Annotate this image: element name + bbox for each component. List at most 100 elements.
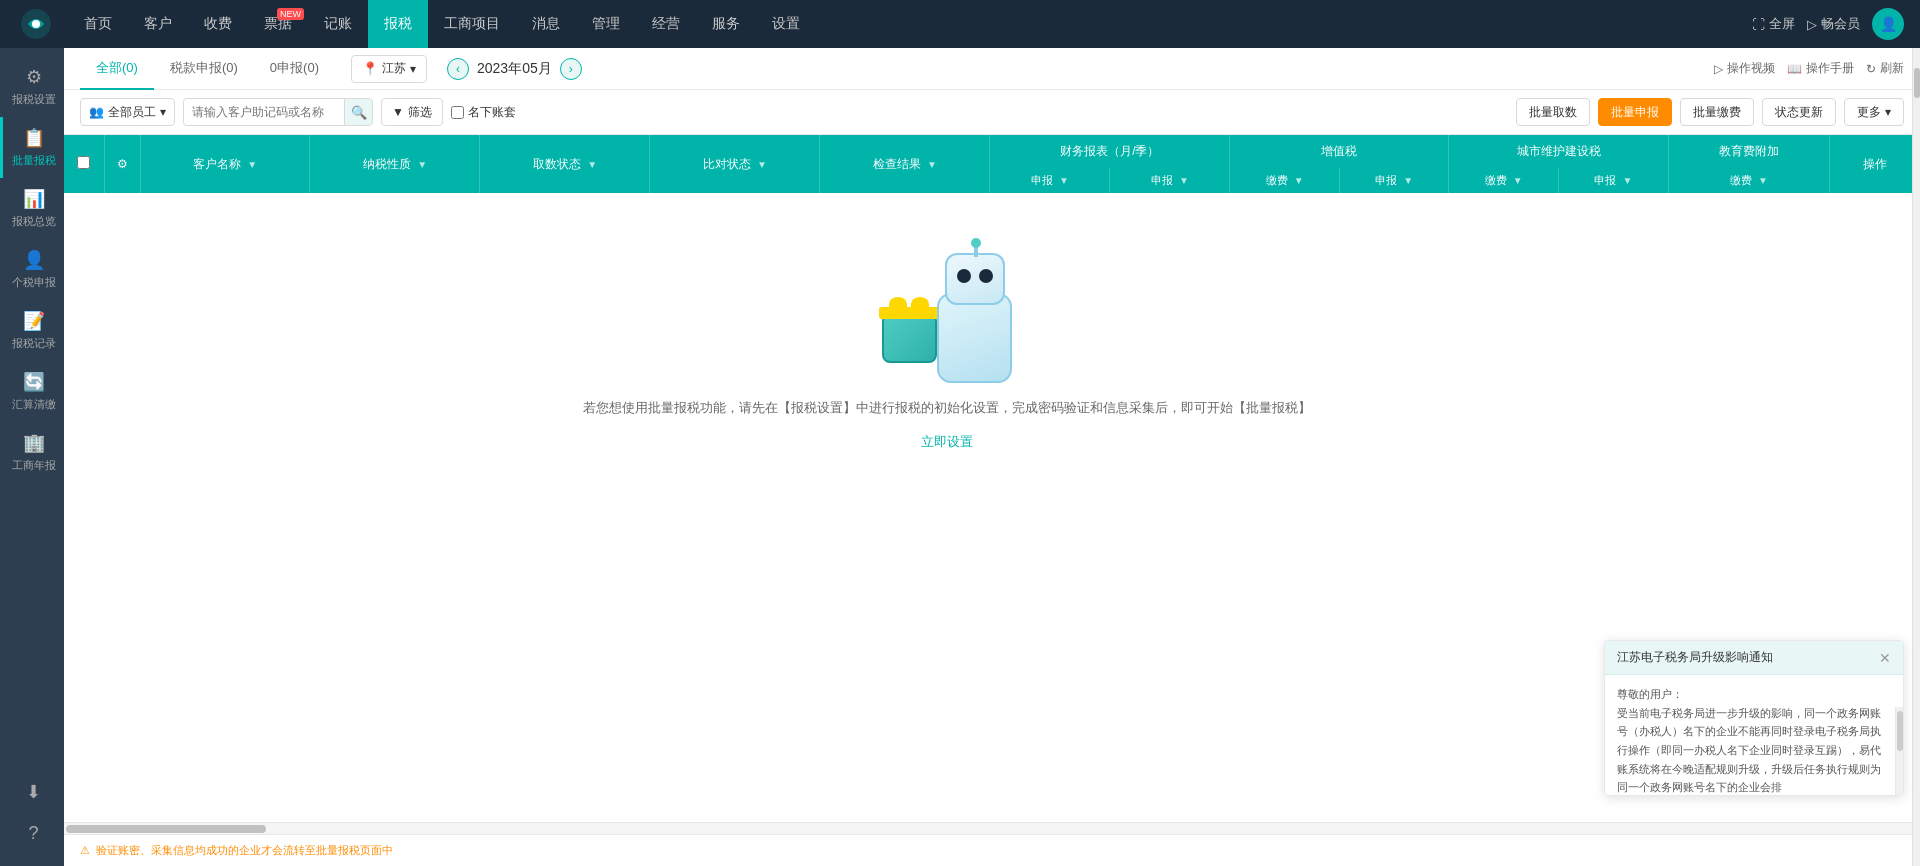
nav-invoice[interactable]: 票据 NEW	[248, 0, 308, 48]
notification-scroll-thumb[interactable]	[1897, 711, 1903, 751]
th-city-declare: 申报 ▼	[1339, 168, 1449, 193]
filter-button[interactable]: ▼ 筛选	[381, 98, 443, 126]
fullscreen-btn[interactable]: ⛶ 全屏	[1752, 15, 1795, 33]
book-icon: 📖	[1787, 62, 1802, 76]
sidebar-item-tax-record[interactable]: 📝 报税记录	[0, 300, 64, 361]
status-update-btn[interactable]: 状态更新	[1762, 98, 1836, 126]
search-icon: 🔍	[351, 105, 367, 120]
sidebar-item-clearance[interactable]: 🔄 汇算清缴	[0, 361, 64, 422]
th-check-result: 检查结果 ▼	[820, 135, 990, 193]
tab-zero-declare[interactable]: 0申报(0)	[254, 48, 335, 90]
more-btn[interactable]: 更多 ▾	[1844, 98, 1904, 126]
month-next-btn[interactable]: ›	[560, 58, 582, 80]
th-edu-pay: 缴费 ▼	[1668, 168, 1830, 193]
sidebar-download[interactable]: ⬇	[0, 771, 64, 813]
th-operation: 操作	[1830, 135, 1920, 193]
sidebar-item-annual-report[interactable]: 🏢 工商年报	[0, 422, 64, 483]
month-prev-btn[interactable]: ‹	[447, 58, 469, 80]
avatar[interactable]: 👤	[1872, 8, 1904, 40]
th-finance-declare: 申报 ▼	[990, 168, 1110, 193]
notification-text: 尊敬的用户： 受当前电子税务局进一步升级的影响，同一个政务网账号（办税人）名下的…	[1617, 685, 1891, 795]
sidebar-help[interactable]: ?	[0, 813, 64, 854]
gift-box	[882, 313, 937, 363]
warning-icon: ⚠	[80, 844, 90, 857]
annual-icon: 🏢	[23, 432, 45, 454]
nav-settings[interactable]: 设置	[756, 0, 816, 48]
refresh-icon: ↻	[1866, 62, 1876, 76]
refresh-btn[interactable]: ↻ 刷新	[1866, 60, 1904, 77]
data-table: ⚙ 客户名称 ▼ 纳税性质 ▼ 取数状态 ▼ 比对状态 ▼	[64, 135, 1920, 491]
personal-icon: 👤	[23, 249, 45, 271]
setup-link[interactable]: 立即设置	[921, 433, 973, 451]
account-checkbox-label[interactable]: 名下账套	[451, 104, 516, 121]
nav-manage[interactable]: 管理	[576, 0, 636, 48]
page-scrollbar[interactable]	[1912, 48, 1920, 866]
vip-btn[interactable]: ▷ 畅会员	[1807, 15, 1860, 33]
tabs-right: ▷ 操作视频 📖 操作手册 ↻ 刷新	[1714, 60, 1904, 77]
tabs-bar: 全部(0) 税款申报(0) 0申报(0) 📍 江苏 ▾ ‹ 2023年05月 ›…	[64, 48, 1920, 90]
nav-customer[interactable]: 客户	[128, 0, 188, 48]
select-all-checkbox[interactable]	[77, 156, 90, 169]
tab-all[interactable]: 全部(0)	[80, 48, 154, 90]
scroll-thumb[interactable]	[66, 825, 266, 833]
province-selector[interactable]: 📍 江苏 ▾	[351, 55, 427, 83]
operation-video-btn[interactable]: ▷ 操作视频	[1714, 60, 1775, 77]
robot-antenna	[974, 243, 978, 257]
employee-filter[interactable]: 👥 全部员工 ▾	[80, 98, 175, 126]
new-badge: NEW	[277, 8, 304, 20]
nav-service[interactable]: 服务	[696, 0, 756, 48]
horizontal-scrollbar[interactable]	[64, 822, 1920, 834]
vip-icon: ▷	[1807, 17, 1817, 32]
nav-right: ⛶ 全屏 ▷ 畅会员 👤	[1752, 8, 1904, 40]
employee-chevron-icon: ▾	[160, 105, 166, 119]
batch-pay-btn[interactable]: 批量缴费	[1680, 98, 1754, 126]
notification-close-btn[interactable]: ✕	[1879, 650, 1891, 666]
avatar-icon: 👤	[1880, 16, 1897, 32]
account-checkbox[interactable]	[451, 106, 464, 119]
nav-operation[interactable]: 经营	[636, 0, 696, 48]
th-gear[interactable]: ⚙	[104, 135, 140, 193]
help-icon: ?	[28, 823, 38, 844]
th-compare-status: 比对状态 ▼	[650, 135, 820, 193]
top-nav: 首页 客户 收费 票据 NEW 记账 报税 工商项目 消息 管理 经营 服务 设…	[0, 0, 1920, 48]
search-button[interactable]: 🔍	[344, 98, 372, 126]
batch-fetch-btn[interactable]: 批量取数	[1516, 98, 1590, 126]
notification-panel: 江苏电子税务局升级影响通知 ✕ 尊敬的用户： 受当前电子税务局进一步升级的影响，…	[1604, 640, 1904, 796]
th-checkbox[interactable]	[64, 135, 104, 193]
th-vat-pay: 缴费 ▼	[1230, 168, 1340, 193]
sidebar-item-batch-tax[interactable]: 📋 批量报税	[0, 117, 64, 178]
sidebar-item-personal-tax[interactable]: 👤 个税申报	[0, 239, 64, 300]
th-tax-type: 纳税性质 ▼	[310, 135, 480, 193]
province-icon: 📍	[362, 61, 378, 76]
th-edu-declare: 申报 ▼	[1559, 168, 1669, 193]
batch-submit-btn[interactable]: 批量申报	[1598, 98, 1672, 126]
sidebar: ⚙ 报税设置 📋 批量报税 📊 报税总览 👤 个税申报 📝 报税记录 🔄 汇算清…	[0, 48, 64, 866]
operation-manual-btn[interactable]: 📖 操作手册	[1787, 60, 1854, 77]
record-icon: 📝	[23, 310, 45, 332]
nav-items: 首页 客户 收费 票据 NEW 记账 报税 工商项目 消息 管理 经营 服务 设…	[68, 0, 1752, 48]
robot-right-eye	[979, 269, 993, 283]
th-customer-name: 客户名称 ▼	[140, 135, 310, 193]
page-scroll-thumb[interactable]	[1914, 68, 1920, 98]
robot-body	[937, 293, 1012, 383]
sidebar-bottom: ⬇ ?	[0, 771, 64, 866]
month-nav: ‹ 2023年05月 ›	[447, 58, 582, 80]
clearance-icon: 🔄	[23, 371, 45, 393]
nav-fee[interactable]: 收费	[188, 0, 248, 48]
robot-head	[945, 253, 1005, 305]
notification-scrollbar[interactable]	[1895, 707, 1903, 795]
nav-accounting[interactable]: 记账	[308, 0, 368, 48]
nav-tax[interactable]: 报税	[368, 0, 428, 48]
search-input[interactable]	[184, 101, 344, 123]
sidebar-item-overview[interactable]: 📊 报税总览	[0, 178, 64, 239]
nav-home[interactable]: 首页	[68, 0, 128, 48]
nav-business[interactable]: 工商项目	[428, 0, 516, 48]
sidebar-item-tax-settings[interactable]: ⚙ 报税设置	[0, 56, 64, 117]
nav-message[interactable]: 消息	[516, 0, 576, 48]
th-city-tax: 城市维护建设税	[1449, 135, 1668, 168]
toolbar: 👥 全部员工 ▾ 🔍 ▼ 筛选 名下账套 批量取数	[64, 90, 1920, 135]
th-fetch-status: 取数状态 ▼	[480, 135, 650, 193]
logo[interactable]	[16, 4, 56, 44]
tab-tax-declare[interactable]: 税款申报(0)	[154, 48, 254, 90]
province-chevron-icon: ▾	[410, 62, 416, 76]
